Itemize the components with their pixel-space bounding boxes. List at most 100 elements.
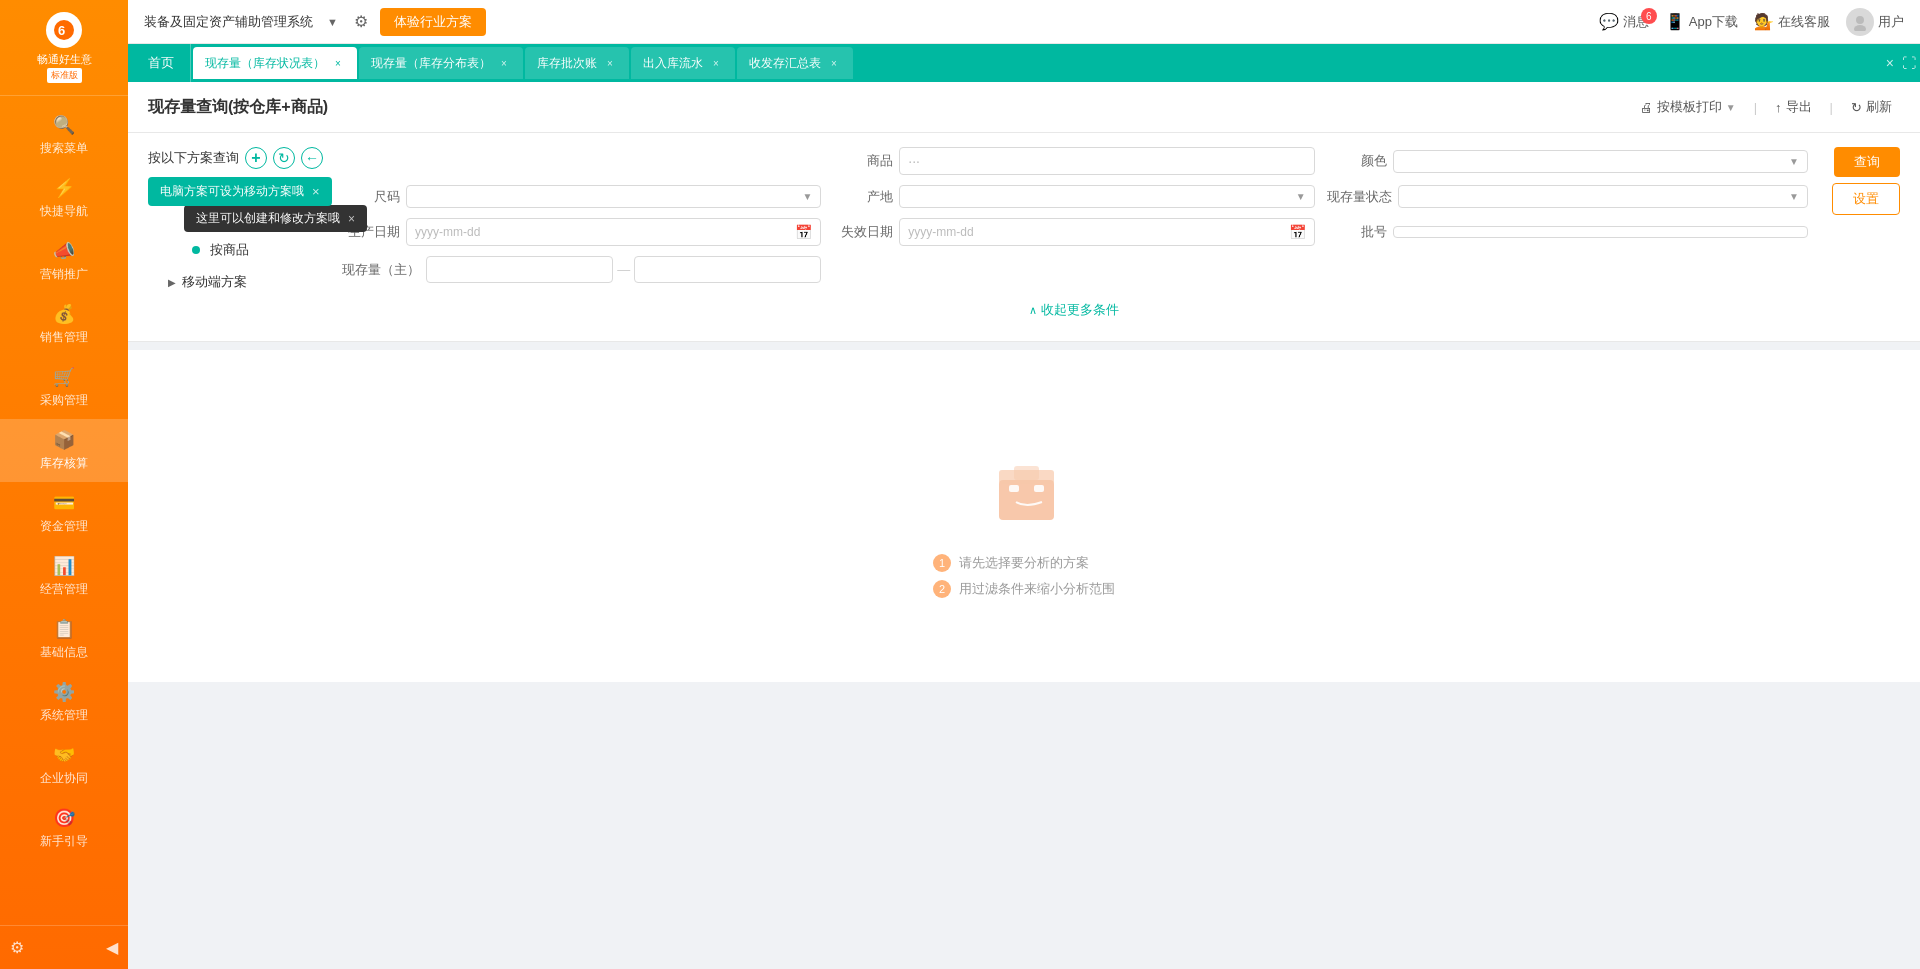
sidebar-item-operation[interactable]: 📊 经营管理 <box>0 545 128 608</box>
settings-icon[interactable]: ⚙ <box>10 938 24 957</box>
search-button[interactable]: 查询 <box>1834 147 1900 177</box>
sidebar-item-label: 快捷导航 <box>40 203 88 220</box>
tab-stock-dist-close[interactable]: × <box>497 56 511 70</box>
svg-point-3 <box>1854 25 1866 31</box>
scheme-tree-mobile[interactable]: ▶ 移动端方案 <box>168 270 328 294</box>
collapse-sidebar-icon[interactable]: ◀ <box>106 938 118 957</box>
product-input[interactable]: ··· <box>899 147 1314 175</box>
page-header: 现存量查询(按仓库+商品) 🖨 按模板打印 ▼ | ↑ 导出 | ↻ 刷新 <box>128 82 1920 133</box>
produce-date-value: yyyy-mm-dd <box>415 225 791 239</box>
system-dropdown-icon[interactable]: ▼ <box>327 16 338 28</box>
expire-date-label: 失效日期 <box>833 223 893 241</box>
print-dropdown-icon[interactable]: ▼ <box>1726 102 1736 113</box>
add-scheme-button[interactable]: + <box>245 147 267 169</box>
print-button[interactable]: 🖨 按模板打印 ▼ <box>1632 94 1744 120</box>
sidebar-item-label: 基础信息 <box>40 644 88 661</box>
tab-in-out-flow-close[interactable]: × <box>709 56 723 70</box>
header-actions: 💬 消息 6 📱 App下载 💁 在线客服 用户 <box>1599 8 1904 36</box>
svg-rect-6 <box>1014 466 1039 480</box>
message-icon: 💬 <box>1599 12 1619 31</box>
sidebar: 6 畅通好生意 标准版 🔍 搜索菜单 ⚡ 快捷导航 📣 营销推广 💰 销售管理 … <box>0 0 128 969</box>
stock-qty-to[interactable] <box>634 256 821 283</box>
hint-num-1: 1 <box>933 554 951 572</box>
online-service-action[interactable]: 💁 在线客服 <box>1754 12 1830 31</box>
hint-text-1: 请先选择要分析的方案 <box>959 550 1089 576</box>
tab-batch-account[interactable]: 库存批次账 × <box>525 47 629 79</box>
stock-qty-from[interactable] <box>426 256 613 283</box>
produce-date-calendar-icon[interactable]: 📅 <box>795 224 812 240</box>
sidebar-item-quick-nav[interactable]: ⚡ 快捷导航 <box>0 167 128 230</box>
sidebar-item-system[interactable]: ⚙️ 系统管理 <box>0 671 128 734</box>
origin-select[interactable]: ▼ <box>899 185 1314 208</box>
sidebar-item-guide[interactable]: 🎯 新手引导 <box>0 797 128 860</box>
sidebar-item-enterprise[interactable]: 🤝 企业协同 <box>0 734 128 797</box>
edit-tooltip-container: 这里可以创建和修改方案哦 × 按商品 <box>184 205 328 262</box>
size-select[interactable]: ▼ <box>406 185 821 208</box>
tab-stock-status-close[interactable]: × <box>331 56 345 70</box>
empty-hint-2: 2 用过滤条件来缩小分析范围 <box>933 576 1115 602</box>
expire-date-calendar-icon[interactable]: 📅 <box>1289 224 1306 240</box>
scheme-tooltip-close[interactable]: × <box>312 184 320 199</box>
scheme-tree-by-product[interactable]: 按商品 <box>192 238 328 262</box>
tab-collect-send[interactable]: 收发存汇总表 × <box>737 47 853 79</box>
scheme-header-row: 按以下方案查询 + ↻ ← <box>148 147 328 169</box>
edit-tooltip-popup: 这里可以创建和修改方案哦 × <box>184 205 367 232</box>
empty-state: 1 请先选择要分析的方案 2 用过滤条件来缩小分析范围 <box>128 350 1920 682</box>
export-button[interactable]: ↑ 导出 <box>1767 94 1820 120</box>
app-download-action[interactable]: 📱 App下载 <box>1665 12 1738 31</box>
produce-date-input[interactable]: yyyy-mm-dd 📅 <box>406 218 821 246</box>
collapse-icon: ∧ <box>1029 304 1037 317</box>
scheme-dot <box>192 246 200 254</box>
sidebar-item-sales[interactable]: 💰 销售管理 <box>0 293 128 356</box>
tab-fullscreen-icon[interactable]: ⛶ <box>1902 55 1916 71</box>
refresh-button[interactable]: ↻ 刷新 <box>1843 94 1900 120</box>
sidebar-item-label: 系统管理 <box>40 707 88 724</box>
svg-text:6: 6 <box>58 23 65 38</box>
field-size: 尺码 ▼ <box>340 185 821 208</box>
collapse-bar[interactable]: ∧ 收起更多条件 <box>340 293 1808 327</box>
tab-stock-dist[interactable]: 现存量（库存分布表） × <box>359 47 523 79</box>
sidebar-item-search[interactable]: 🔍 搜索菜单 <box>0 104 128 167</box>
color-select[interactable]: ▼ <box>1393 150 1808 173</box>
sidebar-item-purchase[interactable]: 🛒 采购管理 <box>0 356 128 419</box>
reset-button[interactable]: 设置 <box>1832 183 1900 215</box>
inventory-icon: 📦 <box>53 429 75 451</box>
field-stock-qty: 现存量（主） — <box>340 256 821 283</box>
tab-home[interactable]: 首页 <box>132 44 191 82</box>
tab-in-out-flow[interactable]: 出入库流水 × <box>631 47 735 79</box>
back-scheme-button[interactable]: ← <box>301 147 323 169</box>
size-dropdown-icon: ▼ <box>802 191 812 202</box>
messages-action[interactable]: 💬 消息 6 <box>1599 12 1649 31</box>
edit-tooltip-close[interactable]: × <box>348 212 355 226</box>
header-settings-icon[interactable]: ⚙ <box>354 12 368 31</box>
sidebar-item-marketing[interactable]: 📣 营销推广 <box>0 230 128 293</box>
product-dots-icon[interactable]: ··· <box>908 153 920 169</box>
basic-icon: 📋 <box>53 618 75 640</box>
sidebar-nav: 🔍 搜索菜单 ⚡ 快捷导航 📣 营销推广 💰 销售管理 🛒 采购管理 📦 库存核… <box>0 96 128 925</box>
sidebar-item-label: 搜索菜单 <box>40 140 88 157</box>
expire-date-input[interactable]: yyyy-mm-dd 📅 <box>899 218 1314 246</box>
sidebar-item-finance[interactable]: 💳 资金管理 <box>0 482 128 545</box>
page-title: 现存量查询(按仓库+商品) <box>148 97 328 118</box>
marketing-icon: 📣 <box>53 240 75 262</box>
stock-status-select[interactable]: ▼ <box>1398 185 1808 208</box>
search-icon: 🔍 <box>53 114 75 136</box>
page-actions: 🖨 按模板打印 ▼ | ↑ 导出 | ↻ 刷新 <box>1632 94 1900 120</box>
online-service-label: 在线客服 <box>1778 13 1830 31</box>
refresh-scheme-button[interactable]: ↻ <box>273 147 295 169</box>
sidebar-item-basic[interactable]: 📋 基础信息 <box>0 608 128 671</box>
field-produce-date: 生产日期 yyyy-mm-dd 📅 <box>340 218 821 246</box>
scheme-arrow-mobile: ▶ <box>168 277 176 288</box>
tab-batch-account-close[interactable]: × <box>603 56 617 70</box>
sidebar-item-inventory[interactable]: 📦 库存核算 <box>0 419 128 482</box>
trial-button[interactable]: 体验行业方案 <box>380 8 486 36</box>
sidebar-bottom: ⚙ ◀ <box>0 925 128 969</box>
tab-stock-status[interactable]: 现存量（库存状况表） × <box>193 47 357 79</box>
tab-collect-send-close[interactable]: × <box>827 56 841 70</box>
batch-no-input[interactable] <box>1393 226 1808 238</box>
tab-close-all-icon[interactable]: × <box>1886 55 1894 71</box>
purchase-icon: 🛒 <box>53 366 75 388</box>
user-label: 用户 <box>1878 13 1904 31</box>
user-action[interactable]: 用户 <box>1846 8 1904 36</box>
color-dropdown-icon: ▼ <box>1789 156 1799 167</box>
